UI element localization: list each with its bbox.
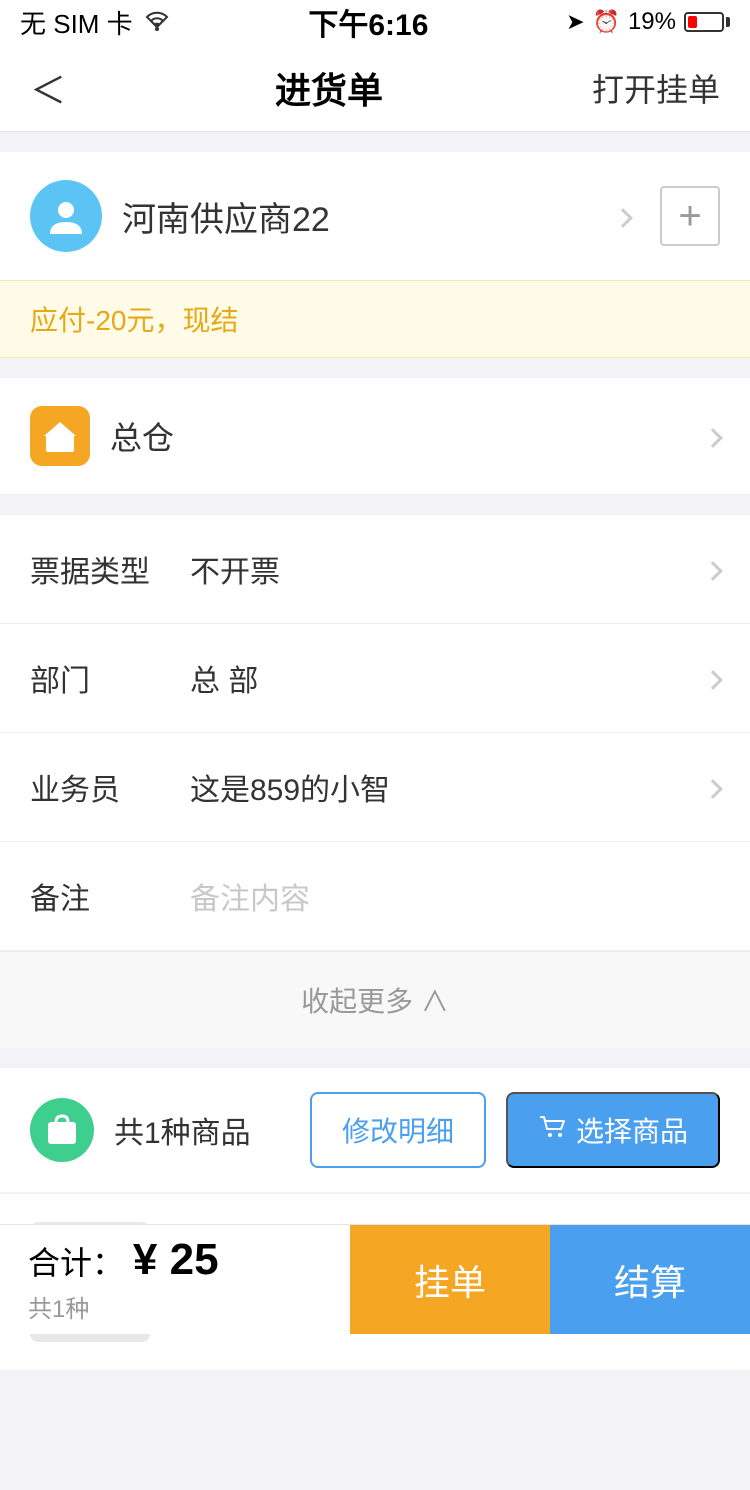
invoice-type-chevron [706,553,720,585]
department-chevron [706,662,720,694]
bottom-padding [0,1370,750,1490]
select-product-label: 选择商品 [576,1110,688,1150]
open-hang-button[interactable]: 打开挂单 [592,65,720,111]
status-right: ➤ ⏰ 19% [566,8,730,36]
salesman-label: 业务员 [30,765,190,809]
nav-bar: ＜ 进货单 打开挂单 [0,44,750,132]
invoice-type-value: 不开票 [190,547,696,591]
invoice-type-row[interactable]: 票据类型 不开票 [0,515,750,624]
salesman-chevron [706,771,720,803]
department-value: 总 部 [190,656,696,700]
warehouse-name: 总仓 [110,413,706,459]
form-section: 票据类型 不开票 部门 总 部 业务员 这是859的小智 备注 备注内容 [0,515,750,951]
department-label: 部门 [30,656,190,700]
warehouse-chevron-icon [706,420,720,452]
back-button[interactable]: ＜ [30,62,66,114]
salesman-value: 这是859的小智 [190,765,696,809]
collapse-button[interactable]: 收起更多 ∧ [0,951,750,1048]
status-bar: 无 SIM 卡 下午6:16 ➤ ⏰ 19% [0,0,750,44]
product-icon [30,1098,94,1162]
edit-detail-button[interactable]: 修改明细 [310,1092,486,1168]
collapse-label: 收起更多 ∧ [301,986,449,1017]
supplier-chevron-icon [616,200,630,232]
product-header: 共1种商品 修改明细 选择商品 [0,1068,750,1192]
status-time: 下午6:16 [308,0,428,44]
section-gap-2 [0,358,750,378]
remark-input[interactable]: 备注内容 [190,874,720,918]
section-gap-4 [0,1048,750,1068]
section-gap-3 [0,495,750,515]
supplier-row[interactable]: 河南供应商22 + [0,152,750,280]
invoice-type-label: 票据类型 [30,547,190,591]
cart-icon [538,1114,566,1146]
battery-icon [684,12,730,32]
location-icon: ➤ [566,9,584,35]
page-title: 进货单 [275,62,383,114]
bottom-bar: 合计： ¥ 25 共1种 挂单 结算 [0,1224,750,1334]
supplier-name: 河南供应商22 [122,192,616,241]
hang-button[interactable]: 挂单 [350,1225,550,1334]
select-product-button[interactable]: 选择商品 [506,1092,720,1168]
add-supplier-button[interactable]: + [660,186,720,246]
carrier-text: 无 SIM 卡 [20,4,133,41]
total-sub: 共1种 [28,1289,322,1324]
salesman-row[interactable]: 业务员 这是859的小智 [0,733,750,842]
department-row[interactable]: 部门 总 部 [0,624,750,733]
battery-percent: 19% [628,8,676,36]
checkout-button[interactable]: 结算 [550,1225,750,1334]
warehouse-icon [30,406,90,466]
status-left: 无 SIM 卡 [20,4,171,41]
supplier-avatar [30,180,102,252]
alarm-icon: ⏰ [593,9,620,35]
product-count: 共1种商品 [114,1108,290,1152]
total-row: 合计： ¥ 25 [28,1235,322,1285]
section-gap-1 [0,132,750,152]
total-amount: ¥ 25 [133,1235,219,1284]
wifi-icon [143,7,171,38]
remark-row[interactable]: 备注 备注内容 [0,842,750,951]
warehouse-row[interactable]: 总仓 [0,378,750,495]
total-label: 合计： [28,1245,124,1281]
remark-label: 备注 [30,874,190,918]
notice-bar: 应付-20元，现结 [0,280,750,358]
total-section: 合计： ¥ 25 共1种 [0,1225,350,1334]
supplier-section: 河南供应商22 + 应付-20元，现结 [0,152,750,358]
